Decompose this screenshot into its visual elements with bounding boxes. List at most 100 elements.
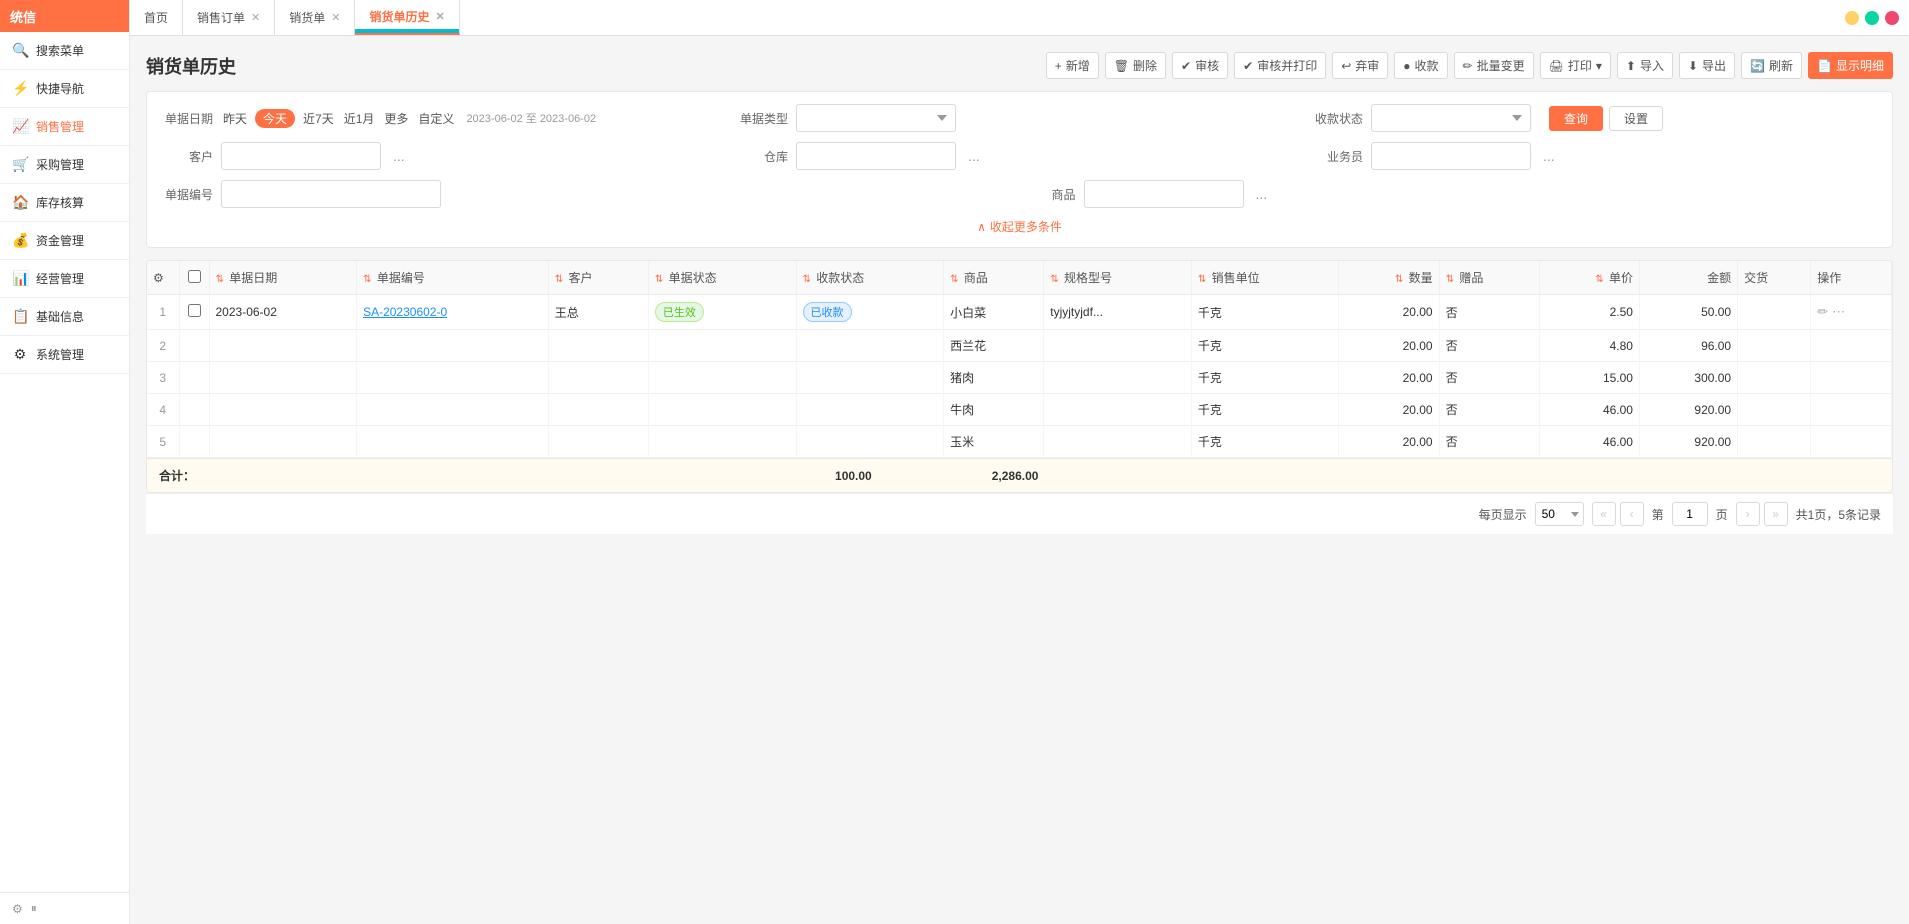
quick-nav-icon: ⚡ bbox=[12, 80, 28, 97]
transaction-col-header[interactable]: 交货 bbox=[1738, 261, 1811, 295]
doc-no-link[interactable]: SA-20230602-0 bbox=[363, 305, 447, 319]
delete-button[interactable]: 🗑 删除 bbox=[1105, 52, 1166, 79]
settings-gear-icon[interactable]: ⚙ bbox=[153, 271, 164, 285]
refresh-button[interactable]: 🔄 刷新 bbox=[1741, 52, 1802, 79]
export-button[interactable]: ⬇ 导出 bbox=[1679, 52, 1735, 79]
abandon-button[interactable]: ↩ 弃审 bbox=[1332, 52, 1388, 79]
payment-status-col-header[interactable]: ⇅ 收款状态 bbox=[796, 261, 944, 295]
minimize-button[interactable] bbox=[1845, 11, 1859, 25]
shortcut-7days[interactable]: 近7天 bbox=[301, 110, 336, 127]
tab-sales-history-close[interactable]: ✕ bbox=[436, 10, 445, 23]
shortcut-yesterday[interactable]: 昨天 bbox=[221, 110, 249, 127]
row-gift: 否 bbox=[1439, 394, 1539, 426]
settings-col-header[interactable]: ⚙ bbox=[147, 261, 179, 295]
goods-dots[interactable]: ... bbox=[1256, 186, 1268, 202]
maximize-button[interactable] bbox=[1865, 11, 1879, 25]
sidebar-item-purchase-mgmt[interactable]: 🛒 采购管理 bbox=[0, 146, 129, 184]
row-doc-no[interactable]: SA-20230602-0 bbox=[357, 295, 549, 330]
audit-label: 审核 bbox=[1195, 57, 1219, 74]
audit-button[interactable]: ✔ 审核 bbox=[1172, 52, 1228, 79]
spec-type-col-header[interactable]: ⇅ 规格型号 bbox=[1044, 261, 1192, 295]
checkbox-col-header[interactable] bbox=[179, 261, 209, 295]
salesperson-input[interactable] bbox=[1371, 142, 1531, 170]
more-action-icon[interactable]: ⋯ bbox=[1832, 304, 1845, 320]
row-checkbox[interactable] bbox=[179, 362, 209, 394]
row-gift: 否 bbox=[1439, 362, 1539, 394]
tab-sales-goods-label: 销货单 bbox=[289, 9, 325, 26]
collapse-label: 收起更多条件 bbox=[990, 218, 1062, 235]
tab-sales-order-close[interactable]: ✕ bbox=[251, 11, 260, 24]
tab-sales-history[interactable]: 销货单历史 ✕ bbox=[355, 0, 459, 35]
page-input[interactable] bbox=[1672, 502, 1708, 526]
query-button[interactable]: 查询 bbox=[1549, 106, 1603, 131]
audit-print-button[interactable]: ✔ 审核并打印 bbox=[1234, 52, 1326, 79]
row-transaction bbox=[1738, 362, 1811, 394]
edit-action-icon[interactable]: ✏ bbox=[1817, 304, 1828, 320]
goods-input[interactable] bbox=[1084, 180, 1244, 208]
table-row: 1 2023-06-02 SA-20230602-0 王总 已生效 已收款 小白… bbox=[147, 295, 1892, 330]
collapse-button[interactable]: ∧ 收起更多条件 bbox=[163, 218, 1876, 235]
select-all-checkbox[interactable] bbox=[188, 270, 201, 283]
tab-sales-goods-close[interactable]: ✕ bbox=[331, 11, 340, 24]
sidebar-item-sales-mgmt[interactable]: 📈 销售管理 bbox=[0, 108, 129, 146]
warehouse-input[interactable] bbox=[796, 142, 956, 170]
doc-no-input[interactable] bbox=[221, 180, 441, 208]
gift-col-header[interactable]: ⇅ 赠品 bbox=[1439, 261, 1539, 295]
prev-page-button[interactable]: ‹ bbox=[1620, 502, 1644, 526]
sidebar-item-finance-mgmt[interactable]: 💰 资金管理 bbox=[0, 222, 129, 260]
sidebar-item-ops-mgmt[interactable]: 📊 经营管理 bbox=[0, 260, 129, 298]
doc-date-col-header[interactable]: ⇅ 单据日期 bbox=[209, 261, 357, 295]
tab-home[interactable]: 首页 bbox=[130, 0, 183, 35]
quantity-col-header[interactable]: ⇅ 数量 bbox=[1339, 261, 1439, 295]
shortcut-1month[interactable]: 近1月 bbox=[342, 110, 377, 127]
row-checkbox[interactable] bbox=[179, 330, 209, 362]
sidebar-item-base-info[interactable]: 📋 基础信息 bbox=[0, 298, 129, 336]
payment-status-select[interactable] bbox=[1371, 104, 1531, 132]
batch-change-button[interactable]: ✏ 批量变更 bbox=[1454, 52, 1534, 79]
salesperson-dots[interactable]: ... bbox=[1543, 148, 1555, 164]
doc-status-col-header[interactable]: ⇅ 单据状态 bbox=[648, 261, 796, 295]
sidebar-item-system-mgmt[interactable]: ⚙ 系统管理 bbox=[0, 336, 129, 374]
add-button[interactable]: + 新增 bbox=[1046, 52, 1099, 79]
shortcut-custom[interactable]: 自定义 bbox=[416, 110, 456, 127]
row-quantity: 20.00 bbox=[1339, 426, 1439, 458]
shortcut-more[interactable]: 更多 bbox=[382, 110, 410, 127]
sidebar-item-inventory-calc[interactable]: 🏠 库存核算 bbox=[0, 184, 129, 222]
print-button[interactable]: 🖨 打印 ▾ bbox=[1540, 52, 1611, 79]
row-checkbox[interactable] bbox=[179, 426, 209, 458]
customer-dots[interactable]: ... bbox=[393, 148, 405, 164]
customer-input[interactable] bbox=[221, 142, 381, 170]
goods-col-header[interactable]: ⇅ 商品 bbox=[944, 261, 1044, 295]
doc-type-select[interactable] bbox=[796, 104, 956, 132]
row-select-checkbox[interactable] bbox=[188, 304, 201, 317]
date-shortcuts: 昨天 今天 近7天 近1月 更多 自定义 2023-06-02 至 2023-0… bbox=[221, 109, 596, 128]
sidebar-item-search-menu[interactable]: 🔍 搜索菜单 bbox=[0, 32, 129, 70]
sidebar-item-quick-nav[interactable]: ⚡ 快捷导航 bbox=[0, 70, 129, 108]
amount-col-header[interactable]: 金额 bbox=[1639, 261, 1737, 295]
sales-unit-col-header[interactable]: ⇅ 销售单位 bbox=[1191, 261, 1339, 295]
collect-button[interactable]: ● 收款 bbox=[1394, 52, 1447, 79]
doc-no-label: 单据编号 bbox=[163, 186, 213, 203]
doc-date-sort-icon: ⇅ bbox=[216, 274, 224, 285]
last-page-button[interactable]: » bbox=[1764, 502, 1788, 526]
row-checkbox[interactable] bbox=[179, 394, 209, 426]
data-table-container: ⚙ ⇅ 单据日期 ⇅ 单据编号 bbox=[146, 260, 1893, 493]
first-page-button[interactable]: « bbox=[1592, 502, 1616, 526]
import-button[interactable]: ⬆ 导入 bbox=[1617, 52, 1673, 79]
shortcut-today[interactable]: 今天 bbox=[255, 109, 295, 128]
tab-sales-order[interactable]: 销售订单 ✕ bbox=[183, 0, 275, 35]
customer-col-header[interactable]: ⇅ 客户 bbox=[548, 261, 648, 295]
close-button[interactable] bbox=[1885, 11, 1899, 25]
row-checkbox[interactable] bbox=[179, 295, 209, 330]
show-detail-button[interactable]: 📄 显示明细 bbox=[1808, 52, 1893, 79]
next-page-button[interactable]: › bbox=[1736, 502, 1760, 526]
doc-no-col-header[interactable]: ⇅ 单据编号 bbox=[357, 261, 549, 295]
system-icon: ⚙ bbox=[12, 346, 28, 363]
settings-button[interactable]: 设置 bbox=[1609, 106, 1663, 131]
action-buttons: ✏ ⋯ bbox=[1817, 304, 1885, 320]
unit-price-col-header[interactable]: ⇅ 单价 bbox=[1539, 261, 1639, 295]
tab-sales-goods[interactable]: 销货单 ✕ bbox=[275, 0, 355, 35]
warehouse-dots[interactable]: ... bbox=[968, 148, 980, 164]
row-unit-price: 15.00 bbox=[1539, 362, 1639, 394]
page-size-select[interactable]: 50 100 bbox=[1535, 502, 1584, 526]
